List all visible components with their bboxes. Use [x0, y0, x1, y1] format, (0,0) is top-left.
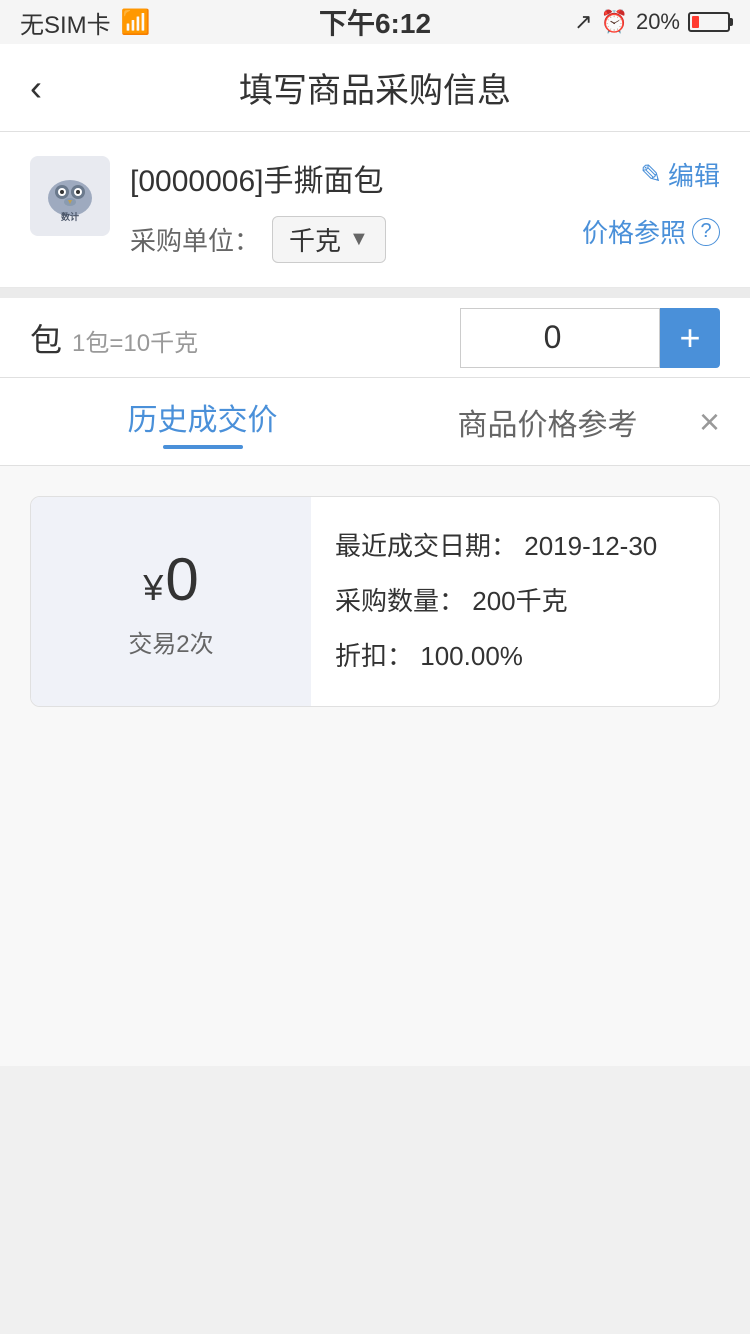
- purchase-qty-value: 200千克: [472, 586, 567, 616]
- discount-value: 100.00%: [420, 641, 523, 671]
- quantity-label: 包 1包=10千克: [30, 315, 198, 361]
- price-value-display: ¥ 0: [143, 545, 198, 614]
- recent-date-value: 2019-12-30: [524, 531, 657, 561]
- tab-close-button[interactable]: ×: [689, 391, 730, 453]
- svg-text:数计: 数计: [61, 211, 79, 222]
- purchase-qty-label: 采购数量：: [335, 586, 465, 616]
- tab-history-price[interactable]: 历史成交价: [30, 378, 375, 465]
- status-time: 下午6:12: [319, 2, 431, 42]
- tab-price-ref-label: 商品价格参考: [458, 400, 638, 444]
- battery-pct: 20%: [636, 9, 680, 35]
- page-title: 填写商品采购信息: [239, 63, 511, 112]
- product-info: [0000006]手撕面包 采购单位： 千克 ▼: [130, 156, 386, 263]
- price-amount: 0: [165, 545, 198, 614]
- unit-value: 千克: [289, 221, 341, 258]
- unit-selector[interactable]: 千克 ▼: [272, 216, 386, 263]
- product-card: 数计 [0000006]手撕面包 采购单位： 千克 ▼ ✎ 编辑: [0, 132, 750, 288]
- edit-label: 编辑: [668, 156, 720, 193]
- trade-count: 交易2次: [128, 624, 213, 659]
- discount-line: 折扣： 100.00%: [335, 637, 695, 676]
- wifi-icon: 📶: [121, 8, 151, 37]
- discount-label: 折扣：: [335, 641, 413, 671]
- product-header: 数计 [0000006]手撕面包 采购单位： 千克 ▼ ✎ 编辑: [30, 156, 720, 263]
- alarm-icon: ⏰: [601, 9, 628, 35]
- main-content: ¥ 0 交易2次 最近成交日期： 2019-12-30 采购数量： 200千克: [0, 466, 750, 1066]
- carrier-text: 无SIM卡: [20, 5, 111, 40]
- price-card-wrapper: ¥ 0 交易2次 最近成交日期： 2019-12-30 采购数量： 200千克: [0, 466, 750, 737]
- price-card-right: 最近成交日期： 2019-12-30 采购数量： 200千克 折扣： 100.0…: [311, 497, 719, 706]
- quantity-input-row: +: [460, 308, 720, 368]
- status-right: ↗ ⏰ 20%: [574, 9, 730, 35]
- unit-label: 采购单位：: [130, 221, 260, 258]
- battery-fill: [692, 16, 699, 28]
- product-left: 数计 [0000006]手撕面包 采购单位： 千克 ▼: [30, 156, 386, 263]
- quantity-row: 包 1包=10千克 +: [0, 298, 750, 378]
- product-right-actions: ✎ 编辑 价格参照 ?: [582, 156, 720, 250]
- tab-price-reference[interactable]: 商品价格参考: [375, 378, 720, 465]
- tab-history-label: 历史成交价: [128, 395, 278, 439]
- tab-section: 历史成交价 商品价格参考 × ¥ 0 交易2次 最近成交日期：: [0, 378, 750, 1066]
- price-card-left: ¥ 0 交易2次: [31, 497, 311, 706]
- price-ref-label: 价格参照: [582, 213, 686, 250]
- quantity-input[interactable]: [460, 308, 660, 368]
- back-button[interactable]: ‹: [20, 57, 52, 119]
- battery-icon: [688, 12, 730, 32]
- help-icon: ?: [692, 218, 720, 246]
- status-left: 无SIM卡 📶: [20, 5, 151, 40]
- nav-bar: ‹ 填写商品采购信息: [0, 44, 750, 132]
- product-logo-icon: 数计: [40, 166, 100, 226]
- tab-bar: 历史成交价 商品价格参考 ×: [0, 378, 750, 466]
- recent-date-label: 最近成交日期：: [335, 531, 517, 561]
- section-divider: [0, 288, 750, 298]
- product-thumbnail: 数计: [30, 156, 110, 236]
- recent-date-line: 最近成交日期： 2019-12-30: [335, 527, 695, 566]
- quantity-unit: 包: [30, 315, 62, 361]
- location-icon: ↗: [574, 9, 592, 35]
- edit-icon: ✎: [640, 159, 662, 190]
- dropdown-arrow-icon: ▼: [349, 228, 369, 251]
- purchase-qty-line: 采购数量： 200千克: [335, 582, 695, 621]
- product-name: [0000006]手撕面包: [130, 156, 386, 200]
- price-card: ¥ 0 交易2次 最近成交日期： 2019-12-30 采购数量： 200千克: [30, 496, 720, 707]
- edit-button[interactable]: ✎ 编辑: [640, 156, 720, 193]
- status-bar: 无SIM卡 📶 下午6:12 ↗ ⏰ 20%: [0, 0, 750, 44]
- price-reference-button[interactable]: 价格参照 ?: [582, 213, 720, 250]
- quantity-convert: 1包=10千克: [72, 323, 198, 358]
- quantity-plus-button[interactable]: +: [660, 308, 720, 368]
- currency-symbol: ¥: [143, 567, 163, 609]
- tab-active-indicator: [163, 445, 243, 449]
- product-unit-row: 采购单位： 千克 ▼: [130, 216, 386, 263]
